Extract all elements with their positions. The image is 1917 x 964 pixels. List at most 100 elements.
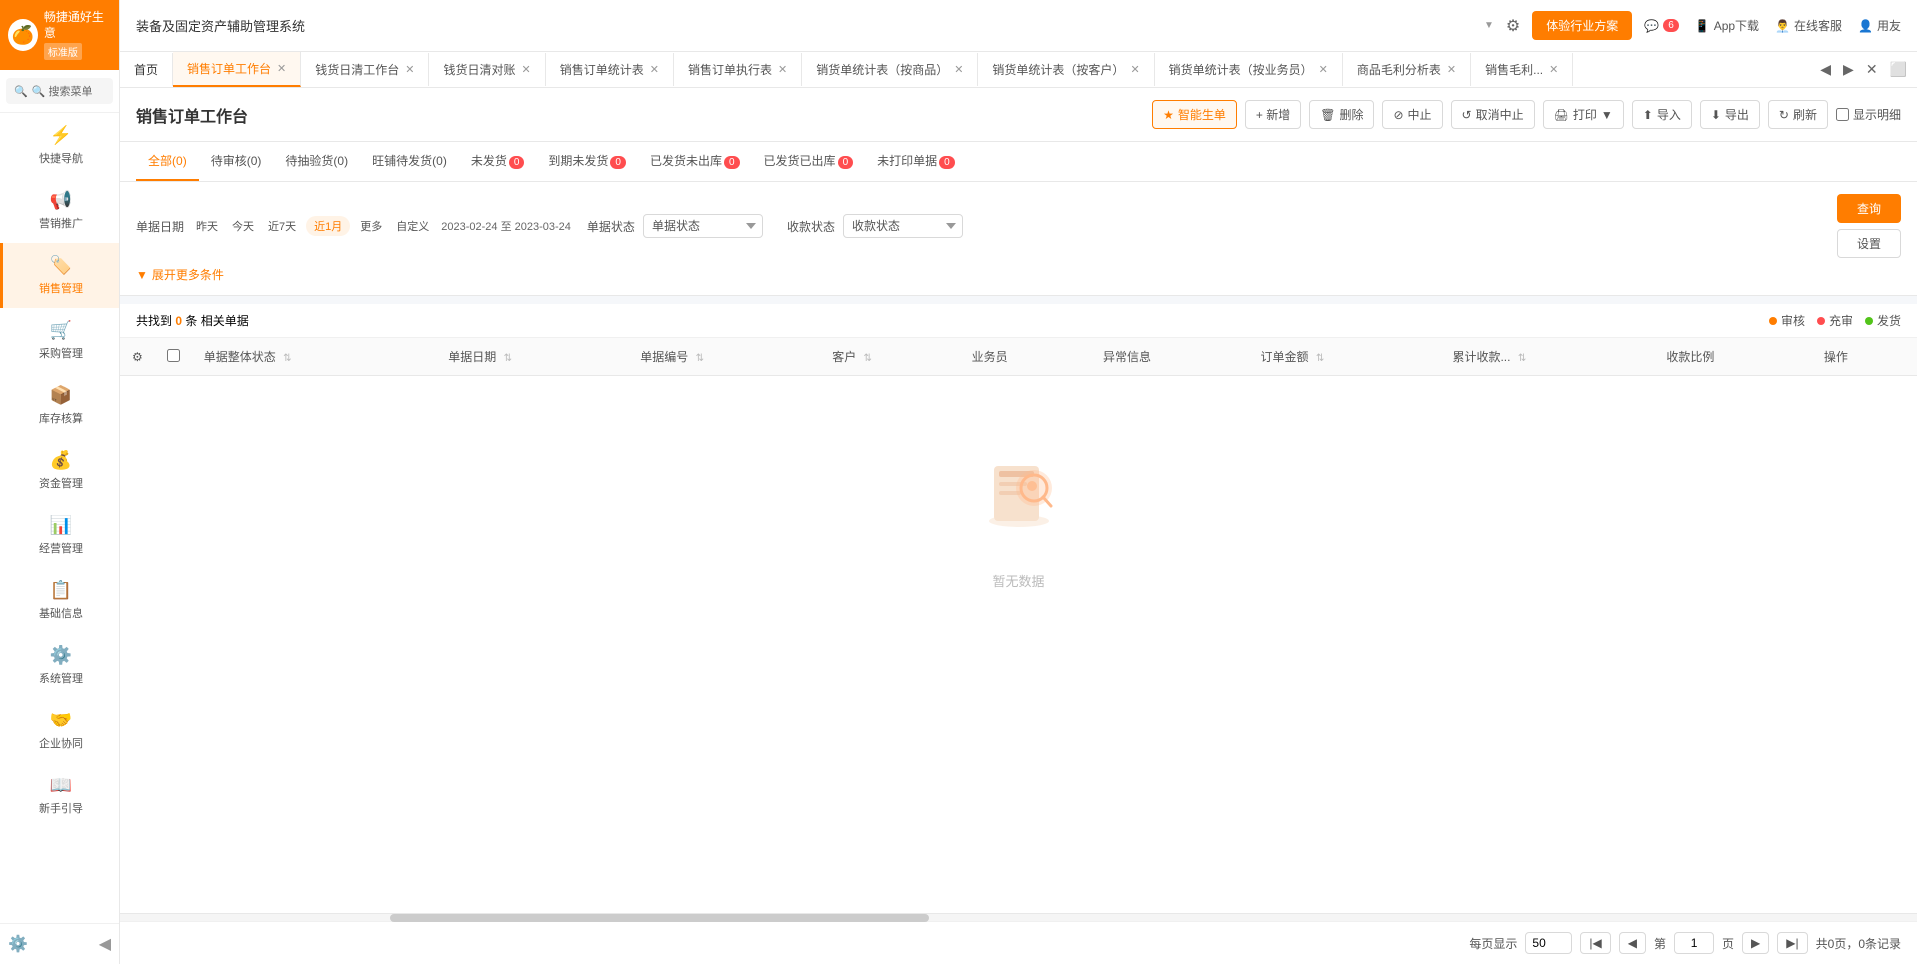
sub-tab-pending-check[interactable]: 待抽验货(0) — [273, 142, 360, 181]
tab-sales-more-close[interactable]: ✕ — [1549, 63, 1558, 76]
tab-cash-reconcile[interactable]: 钱货日清对账 ✕ — [429, 53, 545, 86]
tab-sales-stat-product-close[interactable]: ✕ — [954, 63, 963, 76]
date-btn-today[interactable]: 今天 — [228, 216, 258, 236]
next-page-button[interactable]: ▶ — [1742, 932, 1769, 954]
sort-icon-doc-date[interactable]: ⇅ — [504, 353, 512, 364]
sort-icon-payment[interactable]: ⇅ — [1518, 353, 1526, 364]
settings-gear-icon[interactable]: ⚙ — [1506, 16, 1520, 36]
refresh-button[interactable]: ↻ 刷新 — [1768, 100, 1828, 129]
online-service-button[interactable]: 👨‍💼 在线客服 — [1775, 17, 1842, 34]
collapse-button[interactable]: ◀ — [99, 934, 111, 954]
sub-tab-expired-unship[interactable]: 到期未发货0 — [536, 142, 638, 181]
cancel-stop-button[interactable]: ↺ 取消中止 — [1451, 100, 1535, 129]
tab-sales-stat-staff[interactable]: 销货单统计表（按业务员） ✕ — [1155, 53, 1343, 86]
sidebar-item-quick-nav[interactable]: ⚡ 快捷导航 — [0, 113, 119, 178]
query-button[interactable]: 查询 — [1837, 194, 1901, 223]
tab-cash-reconcile-close[interactable]: ✕ — [522, 63, 531, 76]
sort-icon-doc-no[interactable]: ⇅ — [696, 353, 704, 364]
sub-tab-shipped-not-out[interactable]: 已发货未出库0 — [638, 142, 752, 181]
tab-sales-stat-close[interactable]: ✕ — [650, 63, 659, 76]
sub-tab-pending-review[interactable]: 待审核(0) — [199, 142, 274, 181]
delete-button[interactable]: 🗑 删除 — [1309, 100, 1374, 129]
tab-sales-stat-product[interactable]: 销货单统计表（按商品） ✕ — [802, 53, 978, 86]
doc-status-select[interactable]: 单据状态 — [643, 214, 763, 238]
tab-sales-order[interactable]: 销售订单工作台 ✕ — [173, 52, 301, 87]
date-btn-1month[interactable]: 近1月 — [306, 216, 350, 236]
message-button[interactable]: 💬 6 — [1644, 19, 1679, 33]
tab-close-all-button[interactable]: ✕ — [1862, 57, 1882, 82]
print-button[interactable]: 🖨 打印 ▼ — [1543, 100, 1624, 129]
sidebar-item-basic[interactable]: 📋 基础信息 — [0, 568, 119, 633]
payment-status-select[interactable]: 收款状态 — [843, 214, 963, 238]
sub-tab-unshipped[interactable]: 未发货0 — [459, 142, 537, 181]
stop-button[interactable]: ⊘ 中止 — [1382, 100, 1442, 129]
date-btn-7days[interactable]: 近7天 — [264, 216, 300, 236]
app-download-button[interactable]: 📱 App下载 — [1695, 17, 1759, 34]
import-button[interactable]: ⬆ 导入 — [1632, 100, 1692, 129]
tab-sales-stat-customer-close[interactable]: ✕ — [1130, 63, 1139, 76]
sidebar-item-operation[interactable]: 📊 经营管理 — [0, 503, 119, 568]
page-size-select[interactable]: 20 50 100 — [1525, 932, 1572, 954]
tab-cash-daily[interactable]: 钱货日清工作台 ✕ — [301, 53, 429, 86]
sidebar-item-sales[interactable]: 🏷️ 销售管理 — [0, 243, 119, 308]
sidebar-item-guide[interactable]: 📖 新手引导 — [0, 763, 119, 828]
sort-icon-customer[interactable]: ⇅ — [864, 353, 872, 364]
tab-sales-stat-staff-close[interactable]: ✕ — [1319, 63, 1328, 76]
tab-sales-exec[interactable]: 销售订单执行表 ✕ — [674, 53, 802, 86]
date-btn-yesterday[interactable]: 昨天 — [192, 216, 222, 236]
record-count-value: 0 — [175, 314, 182, 328]
uncheck-action-button[interactable]: 充审 — [1817, 312, 1853, 329]
tab-sales-stat-customer[interactable]: 销货单统计表（按客户） ✕ — [978, 53, 1154, 86]
tab-maximize-button[interactable]: ⬜ — [1886, 57, 1911, 82]
tab-sales-order-close[interactable]: ✕ — [277, 62, 286, 75]
tab-gross-profit[interactable]: 商品毛利分析表 ✕ — [1343, 53, 1471, 86]
sidebar-item-purchase[interactable]: 🛒 采购管理 — [0, 308, 119, 373]
display-detail-label[interactable]: 显示明细 — [1836, 106, 1901, 123]
settings-button[interactable]: ⚙️ — [8, 934, 28, 954]
tab-sales-exec-close[interactable]: ✕ — [778, 63, 787, 76]
tab-next-button[interactable]: ▶ — [1839, 57, 1858, 82]
ship-action-button[interactable]: 发货 — [1865, 312, 1901, 329]
tab-gross-profit-close[interactable]: ✕ — [1447, 63, 1456, 76]
horizontal-scrollbar[interactable] — [120, 913, 1917, 921]
sub-tab-shipped-out[interactable]: 已发货已出库0 — [752, 142, 866, 181]
tab-sales-more[interactable]: 销售毛利... ✕ — [1471, 53, 1573, 86]
sub-tab-all[interactable]: 全部(0) — [136, 142, 199, 181]
table-scroll-container: ⚙ 单据整体状态 ⇅ 单据日期 ⇅ — [120, 338, 1917, 913]
sub-tab-unprinted[interactable]: 未打印单据0 — [865, 142, 967, 181]
system-dropdown-icon[interactable]: ▼ — [1484, 20, 1494, 31]
empty-text: 暂无数据 — [992, 571, 1044, 590]
review-action-button[interactable]: 审核 — [1769, 312, 1805, 329]
search-menu-button[interactable]: 🔍 🔍 搜索菜单 — [6, 78, 113, 104]
industry-solution-button[interactable]: 体验行业方案 — [1532, 11, 1632, 40]
tab-prev-button[interactable]: ◀ — [1816, 57, 1835, 82]
sort-icon-doc-status[interactable]: ⇅ — [283, 353, 291, 364]
sidebar-item-marketing[interactable]: 📢 营销推广 — [0, 178, 119, 243]
scrollbar-thumb[interactable] — [390, 914, 929, 922]
add-button[interactable]: + 新增 — [1245, 100, 1301, 129]
expand-filter-button[interactable]: ▼ 展开更多条件 — [136, 266, 1901, 283]
sidebar-item-enterprise[interactable]: 🤝 企业协同 — [0, 698, 119, 763]
smart-order-button[interactable]: ★ 智能生单 — [1152, 100, 1237, 129]
empty-svg — [969, 436, 1069, 536]
user-button[interactable]: 👤 用友 — [1858, 17, 1901, 34]
last-page-button[interactable]: ▶| — [1777, 932, 1807, 954]
first-page-button[interactable]: |◀ — [1580, 932, 1610, 954]
tab-cash-daily-close[interactable]: ✕ — [405, 63, 414, 76]
date-btn-more[interactable]: 更多 — [356, 216, 386, 236]
select-all-checkbox[interactable] — [167, 349, 180, 362]
sidebar-item-finance[interactable]: 💰 资金管理 — [0, 438, 119, 503]
prev-page-button[interactable]: ◀ — [1619, 932, 1646, 954]
export-button[interactable]: ⬇ 导出 — [1700, 100, 1760, 129]
sidebar-item-inventory[interactable]: 📦 库存核算 — [0, 373, 119, 438]
current-page-input[interactable]: 1 — [1674, 932, 1714, 954]
date-btn-custom[interactable]: 自定义 — [392, 216, 433, 236]
tab-home[interactable]: 首页 — [120, 53, 173, 86]
display-detail-checkbox[interactable] — [1836, 108, 1849, 121]
set-button[interactable]: 设置 — [1837, 229, 1901, 258]
sidebar-item-system[interactable]: ⚙️ 系统管理 — [0, 633, 119, 698]
sort-icon-amount[interactable]: ⇅ — [1316, 353, 1324, 364]
column-settings-icon[interactable]: ⚙ — [132, 350, 143, 364]
tab-sales-stat[interactable]: 销售订单统计表 ✕ — [546, 53, 674, 86]
sub-tab-wangpu-ship[interactable]: 旺铺待发货(0) — [360, 142, 459, 181]
